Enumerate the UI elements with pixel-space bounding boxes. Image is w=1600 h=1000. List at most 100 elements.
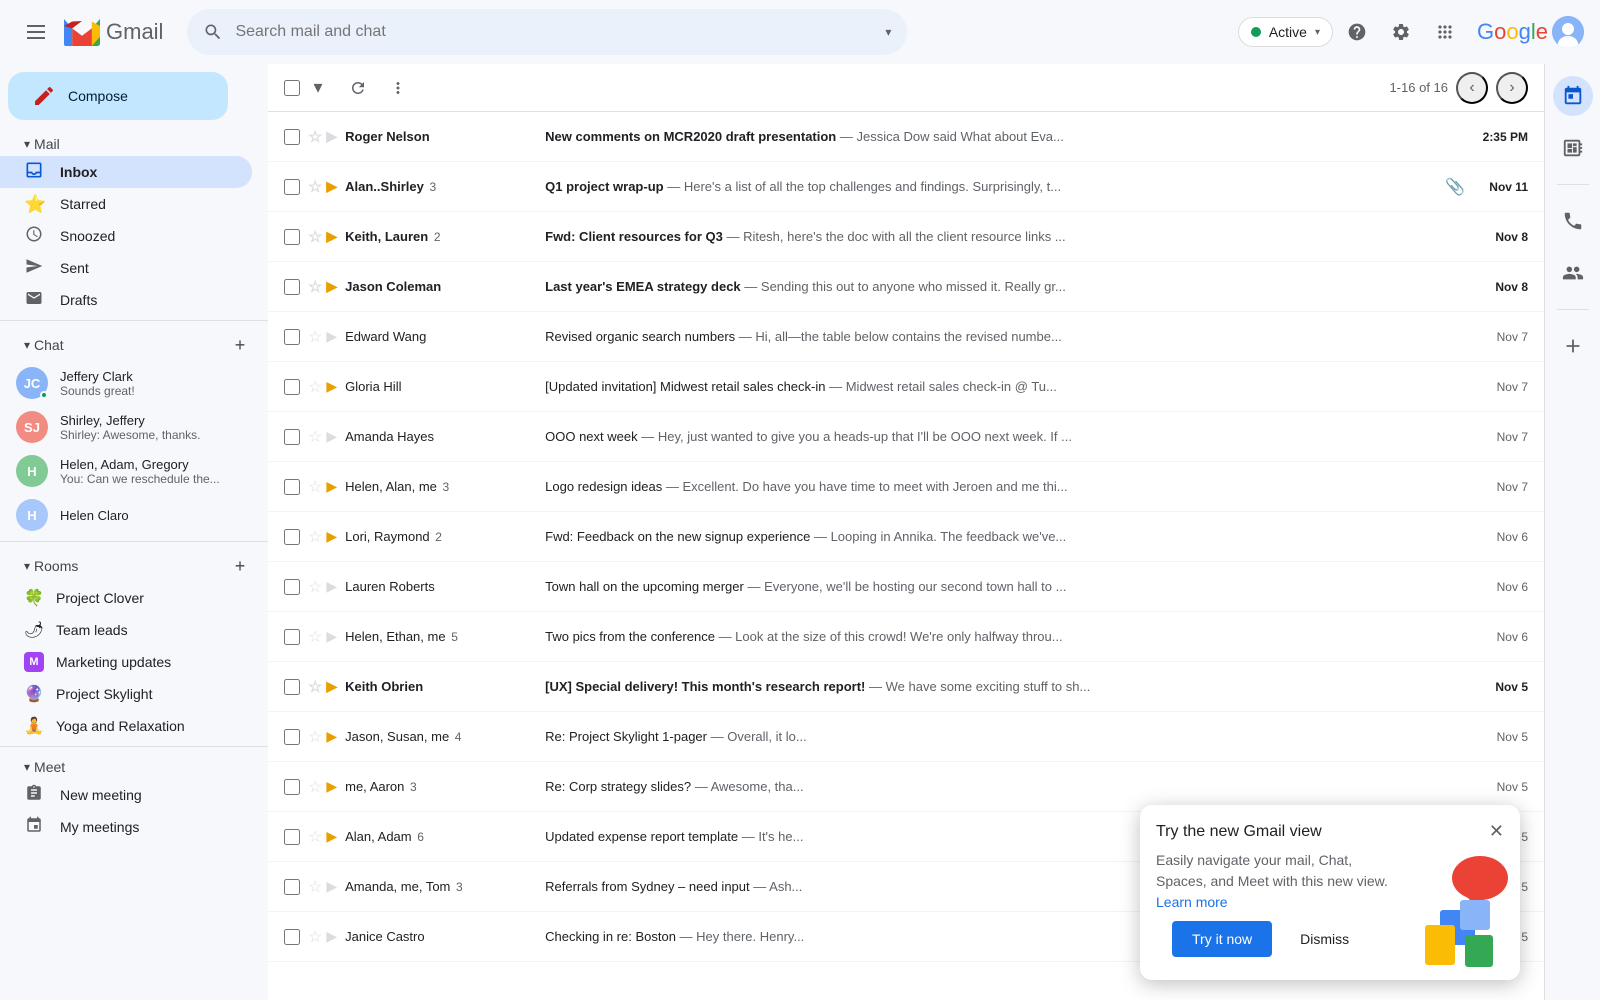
star-icon[interactable]: ☆ <box>308 477 322 497</box>
room-item-team-leads[interactable]: 🌶 Team leads <box>0 614 252 646</box>
settings-btn[interactable] <box>1381 12 1421 52</box>
room-item-yoga[interactable]: 🧘 Yoga and Relaxation <box>0 710 252 742</box>
table-row[interactable]: ☆ ▶ Alan..Shirley 3 Q1 project wrap-up —… <box>268 162 1544 212</box>
star-icon[interactable]: ☆ <box>308 327 322 347</box>
next-page-btn[interactable]: › <box>1496 72 1528 104</box>
important-icon[interactable]: ▶ <box>326 578 337 595</box>
star-icon[interactable]: ☆ <box>308 827 322 847</box>
more-options-btn[interactable] <box>382 72 414 104</box>
search-input-wrap[interactable]: ▾ <box>187 9 907 55</box>
select-all-checkbox[interactable] <box>284 80 300 96</box>
important-icon[interactable]: ▶ <box>326 778 337 795</box>
table-row[interactable]: ☆ ▶ Keith Obrien [UX] Special delivery! … <box>268 662 1544 712</box>
table-row[interactable]: ☆ ▶ Lauren Roberts Town hall on the upco… <box>268 562 1544 612</box>
meet-section-toggle[interactable]: ▾ Meet <box>24 759 65 775</box>
sidebar-item-drafts[interactable]: Drafts <box>0 284 252 316</box>
email-checkbox[interactable] <box>284 579 300 595</box>
add-room-btn[interactable]: + <box>228 554 252 578</box>
email-checkbox[interactable] <box>284 429 300 445</box>
chat-item-helen-adam[interactable]: H Helen, Adam, Gregory You: Can we resch… <box>0 449 268 493</box>
table-row[interactable]: ☆ ▶ Lori, Raymond 2 Fwd: Feedback on the… <box>268 512 1544 562</box>
important-icon[interactable]: ▶ <box>326 378 337 395</box>
add-icon-btn[interactable] <box>1553 326 1593 366</box>
try-it-now-btn[interactable]: Try it now <box>1172 921 1272 957</box>
star-icon[interactable]: ☆ <box>308 677 322 697</box>
table-row[interactable]: ☆ ▶ Helen, Ethan, me 5 Two pics from the… <box>268 612 1544 662</box>
email-checkbox[interactable] <box>284 929 300 945</box>
important-icon[interactable]: ▶ <box>326 528 337 545</box>
table-row[interactable]: ☆ ▶ Helen, Alan, me 3 Logo redesign idea… <box>268 462 1544 512</box>
email-checkbox[interactable] <box>284 129 300 145</box>
table-row[interactable]: ☆ ▶ Keith, Lauren 2 Fwd: Client resource… <box>268 212 1544 262</box>
prev-page-btn[interactable]: ‹ <box>1456 72 1488 104</box>
hamburger-menu[interactable] <box>16 12 56 52</box>
email-checkbox[interactable] <box>284 729 300 745</box>
email-checkbox[interactable] <box>284 779 300 795</box>
chat-item-jeffery[interactable]: JC Jeffery Clark Sounds great! <box>0 361 268 405</box>
sidebar-item-sent[interactable]: Sent <box>0 252 252 284</box>
email-checkbox[interactable] <box>284 679 300 695</box>
contacts-icon-btn[interactable] <box>1553 253 1593 293</box>
email-checkbox[interactable] <box>284 479 300 495</box>
compose-button[interactable]: Compose <box>8 72 228 120</box>
important-icon[interactable]: ▶ <box>326 428 337 445</box>
chat-item-helen-claro[interactable]: H Helen Claro <box>0 493 268 537</box>
notification-close-btn[interactable]: ✕ <box>1489 821 1504 842</box>
learn-more-link[interactable]: Learn more <box>1156 894 1228 910</box>
star-icon[interactable]: ☆ <box>308 227 322 247</box>
add-chat-btn[interactable]: + <box>228 333 252 357</box>
email-checkbox[interactable] <box>284 629 300 645</box>
chat-item-shirley[interactable]: SJ Shirley, Jeffery Shirley: Awesome, th… <box>0 405 268 449</box>
sidebar-item-new-meeting[interactable]: New meeting <box>0 779 252 811</box>
table-row[interactable]: ☆ ▶ Gloria Hill [Updated invitation] Mid… <box>268 362 1544 412</box>
important-icon[interactable]: ▶ <box>326 178 337 195</box>
important-icon[interactable]: ▶ <box>326 728 337 745</box>
active-status-btn[interactable]: Active ▾ <box>1238 17 1333 47</box>
important-icon[interactable]: ▶ <box>326 128 337 145</box>
table-row[interactable]: ☆ ▶ Jason, Susan, me 4 Re: Project Skyli… <box>268 712 1544 762</box>
important-icon[interactable]: ▶ <box>326 628 337 645</box>
star-icon[interactable]: ☆ <box>308 627 322 647</box>
phone-icon-btn[interactable] <box>1553 201 1593 241</box>
email-checkbox[interactable] <box>284 529 300 545</box>
important-icon[interactable]: ▶ <box>326 828 337 845</box>
email-checkbox[interactable] <box>284 329 300 345</box>
sidebar-item-snoozed[interactable]: Snoozed <box>0 220 252 252</box>
table-row[interactable]: ☆ ▶ Roger Nelson New comments on MCR2020… <box>268 112 1544 162</box>
important-icon[interactable]: ▶ <box>326 328 337 345</box>
chat-section-toggle[interactable]: ▾ Chat <box>24 337 64 353</box>
help-btn[interactable] <box>1337 12 1377 52</box>
table-row[interactable]: ☆ ▶ Amanda Hayes OOO next week — Hey, ju… <box>268 412 1544 462</box>
search-input[interactable] <box>235 23 873 41</box>
star-icon[interactable]: ☆ <box>308 427 322 447</box>
star-icon[interactable]: ☆ <box>308 927 322 947</box>
room-item-project-skylight[interactable]: 🔮 Project Skylight <box>0 678 252 710</box>
refresh-btn[interactable] <box>342 72 374 104</box>
email-checkbox[interactable] <box>284 229 300 245</box>
star-icon[interactable]: ☆ <box>308 377 322 397</box>
room-item-project-clover[interactable]: 🍀 Project Clover <box>0 582 252 614</box>
star-icon[interactable]: ☆ <box>308 527 322 547</box>
select-dropdown-btn[interactable]: ▾ <box>302 72 334 104</box>
star-icon[interactable]: ☆ <box>308 277 322 297</box>
star-icon[interactable]: ☆ <box>308 127 322 147</box>
sidebar-item-inbox[interactable]: Inbox <box>0 156 252 188</box>
calendar-icon-btn[interactable] <box>1553 76 1593 116</box>
important-icon[interactable]: ▶ <box>326 228 337 245</box>
email-checkbox[interactable] <box>284 829 300 845</box>
email-checkbox[interactable] <box>284 879 300 895</box>
tasks-icon-btn[interactable] <box>1553 128 1593 168</box>
important-icon[interactable]: ▶ <box>326 678 337 695</box>
dismiss-btn[interactable]: Dismiss <box>1284 921 1365 957</box>
table-row[interactable]: ☆ ▶ Edward Wang Revised organic search n… <box>268 312 1544 362</box>
user-avatar[interactable] <box>1552 16 1584 48</box>
email-checkbox[interactable] <box>284 379 300 395</box>
star-icon[interactable]: ☆ <box>308 727 322 747</box>
star-icon[interactable]: ☆ <box>308 877 322 897</box>
search-chevron[interactable]: ▾ <box>885 25 891 39</box>
table-row[interactable]: ☆ ▶ Jason Coleman Last year's EMEA strat… <box>268 262 1544 312</box>
star-icon[interactable]: ☆ <box>308 177 322 197</box>
sidebar-item-starred[interactable]: ⭐ Starred <box>0 188 252 220</box>
important-icon[interactable]: ▶ <box>326 478 337 495</box>
sidebar-item-my-meetings[interactable]: My meetings <box>0 811 252 843</box>
